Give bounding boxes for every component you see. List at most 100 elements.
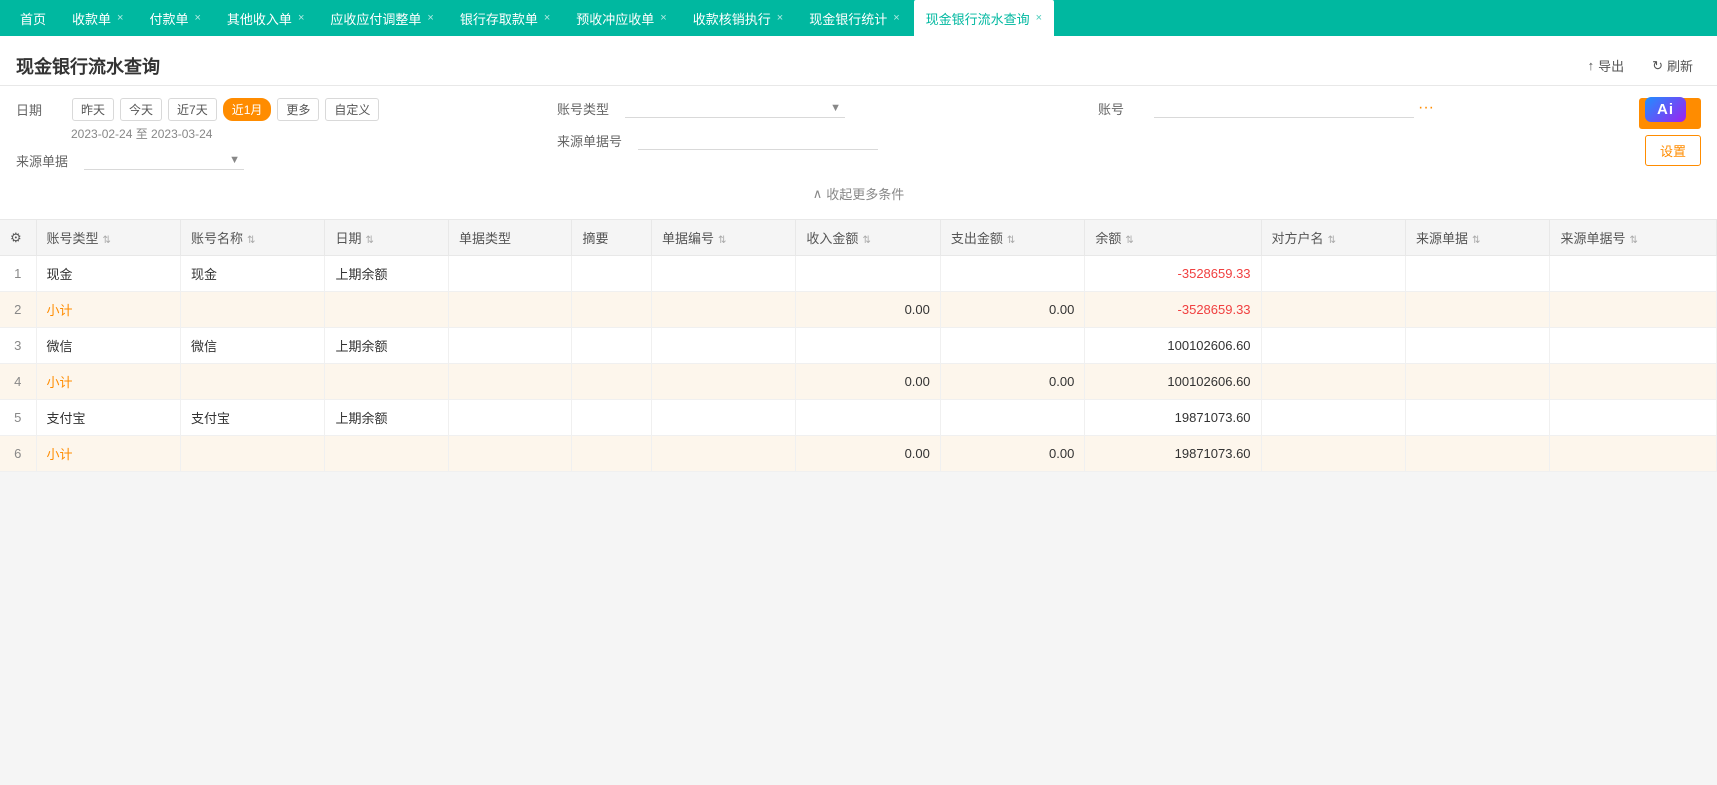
cell-docType — [448, 400, 572, 436]
cell-docNo — [651, 436, 795, 472]
sort-icon: ⇅ — [1630, 235, 1638, 246]
nav-item-现金银行统计[interactable]: 现金银行统计× — [797, 0, 911, 36]
col-header-sourceDoc[interactable]: 来源单据⇅ — [1406, 220, 1550, 256]
nav-close-icon[interactable]: × — [660, 12, 666, 24]
nav-item-预收冲应收单[interactable]: 预收冲应收单× — [564, 0, 678, 36]
nav-close-icon[interactable]: × — [544, 12, 550, 24]
col-header-income[interactable]: 收入金额⇅ — [796, 220, 940, 256]
cell-accountName — [180, 436, 324, 472]
source-doc-num-label: 来源单据号 — [557, 131, 622, 150]
date-btn-近7天[interactable]: 近7天 — [168, 98, 217, 121]
cell-docNo — [651, 292, 795, 328]
export-button[interactable]: ↑ 导出 — [1580, 52, 1633, 79]
settings-gear-header[interactable]: ⚙ — [0, 220, 36, 256]
date-btn-更多[interactable]: 更多 — [277, 98, 319, 121]
cell-balance: 100102606.60 — [1085, 328, 1261, 364]
data-table: ⚙ 账号类型⇅账号名称⇅日期⇅单据类型摘要单据编号⇅收入金额⇅支出金额⇅余额⇅对… — [0, 220, 1717, 472]
nav-close-icon[interactable]: × — [298, 12, 304, 24]
cell-docType — [448, 328, 572, 364]
cell-summary — [572, 436, 652, 472]
sort-icon: ⇅ — [1328, 235, 1336, 246]
cell-balance: -3528659.33 — [1085, 292, 1261, 328]
col-header-expense[interactable]: 支出金额⇅ — [940, 220, 1084, 256]
cell-accountName — [180, 292, 324, 328]
nav-item-应收应付调整单[interactable]: 应收应付调整单× — [318, 0, 445, 36]
nav-close-icon[interactable]: × — [194, 12, 200, 24]
table-header: ⚙ 账号类型⇅账号名称⇅日期⇅单据类型摘要单据编号⇅收入金额⇅支出金额⇅余额⇅对… — [0, 220, 1717, 256]
sort-icon: ⇅ — [365, 235, 373, 246]
sort-icon: ⇅ — [103, 235, 111, 246]
cell-summary — [572, 256, 652, 292]
col-header-date[interactable]: 日期⇅ — [325, 220, 449, 256]
page-header: 现金银行流水查询 ↑ 导出 ↻ 刷新 — [0, 36, 1717, 86]
cell-balance: -3528659.33 — [1085, 256, 1261, 292]
filter-row-account: 账号 ··· — [1098, 98, 1615, 118]
cell-counterparty — [1261, 436, 1405, 472]
sort-icon: ⇅ — [247, 235, 255, 246]
cell-income: 0.00 — [796, 436, 940, 472]
date-label: 日期 — [16, 100, 56, 119]
col-header-balance[interactable]: 余额⇅ — [1085, 220, 1261, 256]
cell-income — [796, 256, 940, 292]
col-header-counterparty[interactable]: 对方户名⇅ — [1261, 220, 1405, 256]
settings-button[interactable]: 设置 — [1645, 135, 1701, 166]
sort-icon: ⇅ — [862, 235, 870, 246]
col-header-accountName[interactable]: 账号名称⇅ — [180, 220, 324, 256]
col-header-accountType[interactable]: 账号类型⇅ — [36, 220, 180, 256]
filter-row-account-type: 账号类型 ▼ — [557, 98, 1074, 118]
collapse-bar[interactable]: ∧ 收起更多条件 — [16, 180, 1701, 207]
cell-index: 5 — [0, 400, 36, 436]
nav-close-icon[interactable]: × — [1036, 12, 1042, 24]
cell-counterparty — [1261, 364, 1405, 400]
date-btn-昨天[interactable]: 昨天 — [72, 98, 114, 121]
date-range-text: 2023-02-24 至 2023-03-24 — [71, 127, 212, 141]
col-header-docNo[interactable]: 单据编号⇅ — [651, 220, 795, 256]
account-input-group: ··· — [1154, 98, 1434, 118]
cell-income: 0.00 — [796, 364, 940, 400]
nav-item-现金银行流水查询[interactable]: 现金银行流水查询× — [914, 0, 1054, 36]
account-dots-button[interactable]: ··· — [1418, 100, 1434, 116]
account-input[interactable] — [1154, 98, 1414, 118]
source-doc-select[interactable] — [84, 150, 244, 170]
cell-accountType: 小计 — [36, 292, 180, 328]
cell-docType — [448, 292, 572, 328]
date-buttons: 昨天今天近7天近1月更多自定义 — [72, 98, 379, 121]
cell-sourceDoc — [1406, 328, 1550, 364]
account-type-select[interactable] — [625, 98, 845, 118]
nav-close-icon[interactable]: × — [427, 12, 433, 24]
date-btn-今天[interactable]: 今天 — [120, 98, 162, 121]
nav-item-付款单[interactable]: 付款单× — [137, 0, 212, 36]
sort-icon: ⇅ — [1472, 235, 1480, 246]
table-row: 1现金现金上期余额-3528659.33 — [0, 256, 1717, 292]
cell-expense — [940, 328, 1084, 364]
cell-expense: 0.00 — [940, 364, 1084, 400]
nav-item-其他收入单[interactable]: 其他收入单× — [215, 0, 316, 36]
refresh-icon: ↻ — [1652, 58, 1663, 74]
nav-item-首页[interactable]: 首页 — [8, 0, 58, 36]
date-btn-近1月[interactable]: 近1月 — [223, 98, 272, 121]
refresh-button[interactable]: ↻ 刷新 — [1644, 52, 1701, 79]
cell-accountType: 小计 — [36, 436, 180, 472]
nav-item-银行存取款单[interactable]: 银行存取款单× — [448, 0, 562, 36]
cell-summary — [572, 328, 652, 364]
col-header-docType: 单据类型 — [448, 220, 572, 256]
cell-sourceDoc — [1406, 364, 1550, 400]
cell-sourceDocNo — [1550, 364, 1717, 400]
nav-close-icon[interactable]: × — [777, 12, 783, 24]
nav-close-icon[interactable]: × — [117, 12, 123, 24]
nav-close-icon[interactable]: × — [893, 12, 899, 24]
nav-item-收款核销执行[interactable]: 收款核销执行× — [681, 0, 795, 36]
filter-area: 日期 昨天今天近7天近1月更多自定义 2023-02-24 至 2023-03-… — [0, 86, 1717, 220]
source-doc-num-input[interactable] — [638, 130, 878, 150]
date-btn-自定义[interactable]: 自定义 — [325, 98, 379, 121]
table-row: 2小计0.000.00-3528659.33 — [0, 292, 1717, 328]
col-header-sourceDocNo[interactable]: 来源单据号⇅ — [1550, 220, 1717, 256]
cell-expense — [940, 256, 1084, 292]
ai-badge[interactable]: Ai — [1645, 97, 1686, 122]
cell-docNo — [651, 328, 795, 364]
cell-date: 上期余额 — [325, 256, 449, 292]
nav-item-收款单[interactable]: 收款单× — [60, 0, 135, 36]
collapse-icon: ∧ — [813, 186, 823, 202]
table-area: ⚙ 账号类型⇅账号名称⇅日期⇅单据类型摘要单据编号⇅收入金额⇅支出金额⇅余额⇅对… — [0, 220, 1717, 472]
cell-sourceDoc — [1406, 292, 1550, 328]
